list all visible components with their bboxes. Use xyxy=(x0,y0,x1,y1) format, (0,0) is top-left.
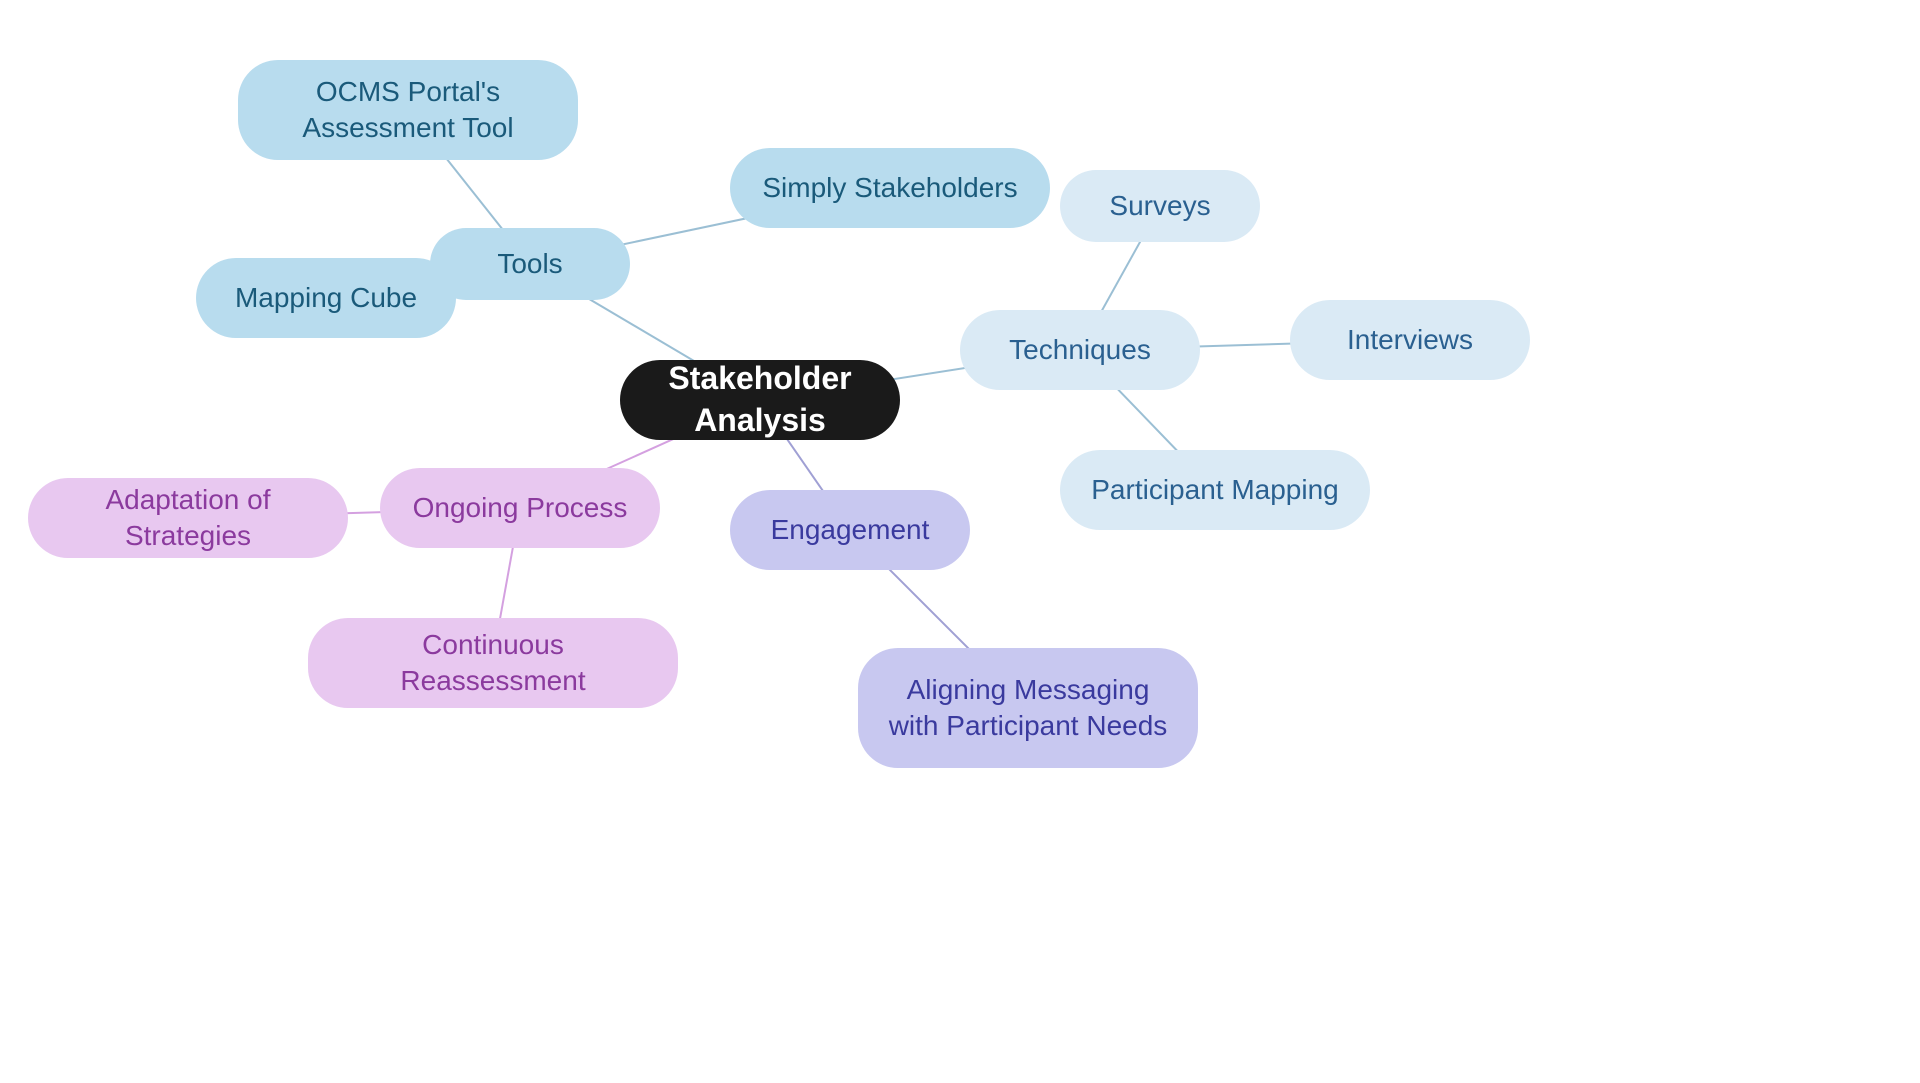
participant-mapping-node: Participant Mapping xyxy=(1060,450,1370,530)
techniques-node: Techniques xyxy=(960,310,1200,390)
adaptation-node: Adaptation of Strategies xyxy=(28,478,348,558)
center-node: Stakeholder Analysis xyxy=(620,360,900,440)
ongoing-node: Ongoing Process xyxy=(380,468,660,548)
mapping-node: Mapping Cube xyxy=(196,258,456,338)
simply-node: Simply Stakeholders xyxy=(730,148,1050,228)
engagement-node: Engagement xyxy=(730,490,970,570)
continuous-node: Continuous Reassessment xyxy=(308,618,678,708)
aligning-node: Aligning Messaging with Participant Need… xyxy=(858,648,1198,768)
tools-node: Tools xyxy=(430,228,630,300)
ocms-node: OCMS Portal's Assessment Tool xyxy=(238,60,578,160)
interviews-node: Interviews xyxy=(1290,300,1530,380)
surveys-node: Surveys xyxy=(1060,170,1260,242)
